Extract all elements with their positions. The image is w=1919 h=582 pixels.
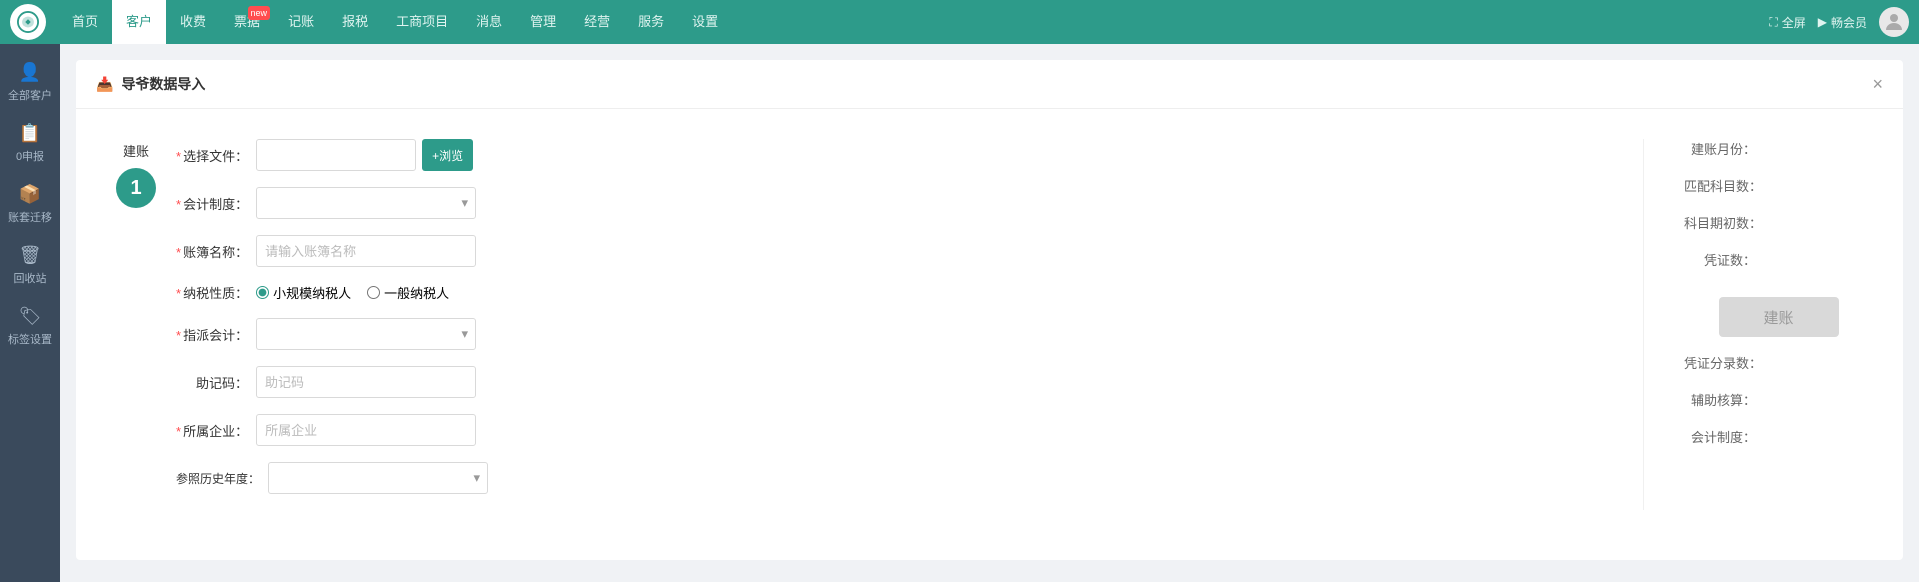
zero-declare-icon: 📋 (19, 123, 41, 144)
main-content: 📥 导爷数据导入 × 建账 1 *选择文件： (60, 44, 1919, 582)
assign-accountant-select[interactable] (256, 318, 476, 350)
nav-right: ⛶ 全屏 ▶ 畅会员 (1769, 7, 1909, 37)
sidebar-item-all-customers[interactable]: 👤 全部客户 (0, 52, 60, 113)
assign-accountant-wrap (256, 318, 476, 350)
close-button[interactable]: × (1872, 74, 1883, 95)
voucher-entry-row: 凭证分录数： (1684, 353, 1863, 372)
tax-type-label: *纳税性质： (176, 283, 256, 302)
fullscreen-icon: ⛶ (1769, 15, 1777, 30)
sidebar-item-zero-declare[interactable]: 📋 0申报 (0, 113, 60, 174)
right-accounting-system-row: 会计制度： (1684, 427, 1863, 446)
migrate-icon: 📦 (19, 184, 41, 205)
browse-button[interactable]: +浏览 (422, 139, 473, 171)
tax-type-row: *纳税性质： 小规模纳税人 一般纳税人 (176, 283, 1623, 302)
accounting-system-label: *会计制度： (176, 194, 256, 213)
layout: 👤 全部客户 📋 0申报 📦 账套迁移 🗑 回收站 🏷 标签设置 📥 导爷数据导… (0, 44, 1919, 582)
play-icon: ▶ (1818, 15, 1827, 29)
assign-accountant-row: *指派会计： (176, 318, 1623, 350)
affiliated-company-label: *所属企业： (176, 421, 256, 440)
file-label: *选择文件： (176, 146, 256, 165)
sidebar: 👤 全部客户 📋 0申报 📦 账套迁移 🗑 回收站 🏷 标签设置 (0, 44, 60, 582)
file-input[interactable] (256, 139, 416, 171)
right-accounting-system-label: 会计制度： (1684, 427, 1764, 446)
panel-title-icon: 📥 (96, 76, 113, 93)
historical-year-row: 参照历史年度： (176, 462, 1623, 494)
voucher-count-label: 凭证数： (1684, 250, 1764, 269)
accounting-system-wrap (256, 187, 476, 219)
panel-title: 导爷数据导入 (121, 74, 205, 94)
top-nav: 首页 客户 收费 票据 new 记账 报税 工商项目 消息 管理 经营 服务 设… (0, 0, 1919, 44)
aux-accounting-label: 辅助核算： (1684, 390, 1764, 409)
build-account-button[interactable]: 建账 (1719, 297, 1839, 337)
aux-accounting-row: 辅助核算： (1684, 390, 1863, 409)
match-subject-row: 匹配科目数： (1684, 176, 1863, 195)
all-customers-icon: 👤 (19, 62, 41, 83)
ledger-name-input[interactable] (256, 235, 476, 267)
sidebar-item-migrate[interactable]: 📦 账套迁移 (0, 174, 60, 235)
accounting-month-row: 建账月份： (1684, 139, 1863, 158)
form-left: 建账 1 *选择文件： +浏览 (116, 139, 1623, 510)
panel-header: 📥 导爷数据导入 (76, 60, 1903, 109)
historical-year-select[interactable] (268, 462, 488, 494)
historical-year-wrap (268, 462, 488, 494)
nav-settings[interactable]: 设置 (678, 0, 732, 44)
step-label: 建账 (123, 141, 149, 160)
memo-code-row: 助记码： (176, 366, 1623, 398)
tax-general-radio[interactable] (367, 286, 380, 299)
voucher-count-row: 凭证数： (1684, 250, 1863, 269)
file-row: *选择文件： +浏览 (176, 139, 1623, 171)
historical-year-label: 参照历史年度： (176, 470, 268, 487)
file-input-wrap: +浏览 (256, 139, 1623, 171)
recycle-icon: 🗑 (19, 245, 42, 266)
accounting-system-select[interactable] (256, 187, 476, 219)
nav-service[interactable]: 服务 (624, 0, 678, 44)
accounting-system-row: *会计制度： (176, 187, 1623, 219)
sidebar-item-tags[interactable]: 🏷 标签设置 (0, 296, 60, 357)
fullscreen-btn[interactable]: ⛶ 全屏 (1769, 14, 1805, 31)
tags-icon: 🏷 (19, 306, 42, 327)
tax-type-group: 小规模纳税人 一般纳税人 (256, 283, 449, 302)
nav-bookkeeping[interactable]: 记账 (274, 0, 328, 44)
tax-general-label[interactable]: 一般纳税人 (367, 283, 449, 302)
subject-initial-label: 科目期初数： (1684, 213, 1770, 232)
nav-invoice[interactable]: 票据 new (220, 0, 274, 44)
assign-accountant-label: *指派会计： (176, 325, 256, 344)
memo-code-input[interactable] (256, 366, 476, 398)
form-area: 建账 1 *选择文件： +浏览 (76, 109, 1903, 540)
app-logo (10, 4, 46, 40)
form-section: *选择文件： +浏览 *会计制度： (176, 139, 1623, 510)
nav-fee[interactable]: 收费 (166, 0, 220, 44)
tax-small-radio[interactable] (256, 286, 269, 299)
nav-message[interactable]: 消息 (462, 0, 516, 44)
import-panel: 📥 导爷数据导入 × 建账 1 *选择文件： (76, 60, 1903, 560)
nav-home[interactable]: 首页 (58, 0, 112, 44)
new-badge: new (248, 6, 271, 20)
sidebar-item-recycle[interactable]: 🗑 回收站 (0, 235, 60, 296)
nav-tax[interactable]: 报税 (328, 0, 382, 44)
member-btn[interactable]: ▶ 畅会员 (1818, 14, 1867, 31)
ledger-name-label: *账簿名称： (176, 242, 256, 261)
subject-initial-row: 科目期初数： (1684, 213, 1863, 232)
nav-customer[interactable]: 客户 (112, 0, 166, 44)
ledger-name-row: *账簿名称： (176, 235, 1623, 267)
memo-code-label: 助记码： (176, 373, 256, 392)
affiliated-company-row: *所属企业： (176, 414, 1623, 446)
step-circle: 1 (116, 168, 156, 208)
tax-small-label[interactable]: 小规模纳税人 (256, 283, 351, 302)
avatar[interactable] (1879, 7, 1909, 37)
affiliated-company-input[interactable] (256, 414, 476, 446)
voucher-entry-label: 凭证分录数： (1684, 353, 1770, 372)
accounting-month-label: 建账月份： (1684, 139, 1764, 158)
nav-operation[interactable]: 经营 (570, 0, 624, 44)
match-subject-label: 匹配科目数： (1684, 176, 1770, 195)
nav-biz-project[interactable]: 工商项目 (382, 0, 462, 44)
nav-manage[interactable]: 管理 (516, 0, 570, 44)
form-right: 建账月份： 匹配科目数： 科目期初数： 凭证数： (1643, 139, 1863, 510)
